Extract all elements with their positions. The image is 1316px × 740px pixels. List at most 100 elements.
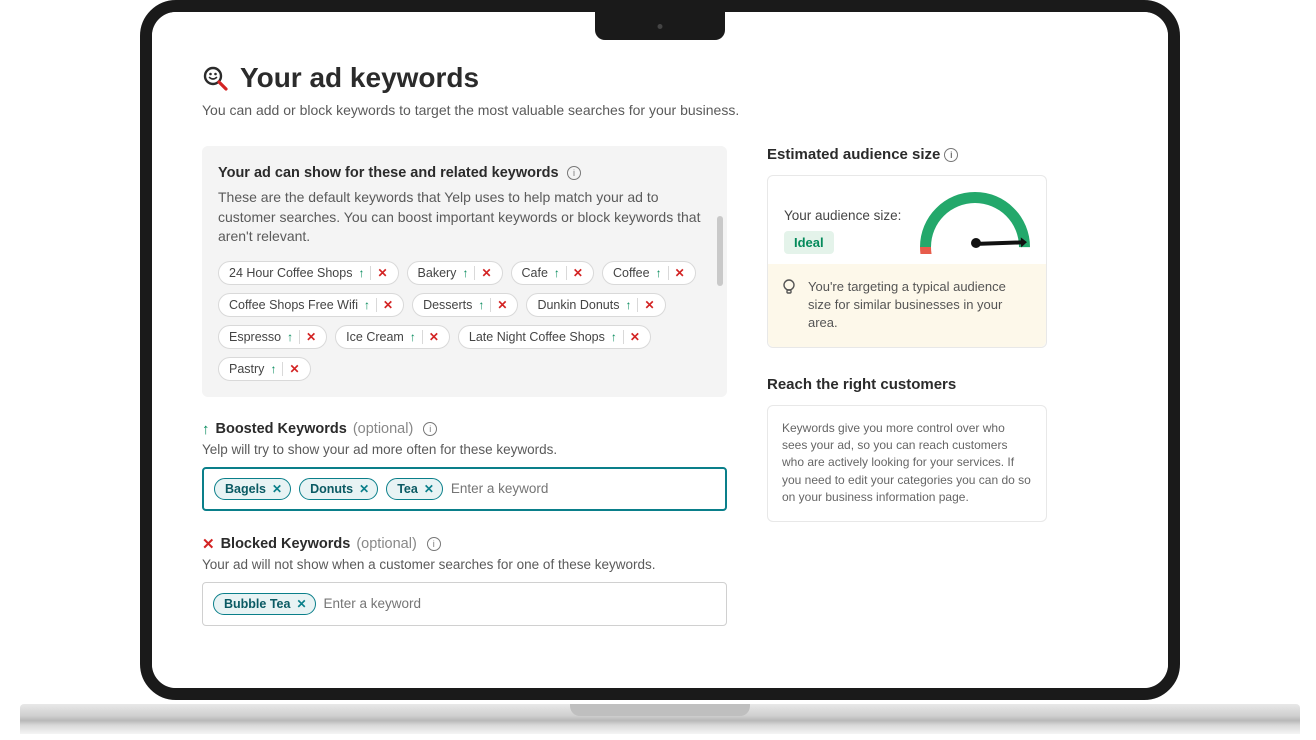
keyword-chip: Desserts ↑ ✕ [412,293,518,317]
tag-label: Bubble Tea [224,597,290,611]
blocked-text-input[interactable] [324,596,716,611]
boosted-section: ↑ Boosted Keywords (optional) i Yelp wil… [202,421,727,511]
boost-arrow-icon[interactable]: ↑ [625,298,631,312]
chip-label: Dunkin Donuts [537,298,619,312]
default-keyword-chips: 24 Hour Coffee Shops↑✕Bakery↑✕Cafe↑✕Coff… [218,261,711,381]
chip-label: Coffee Shops Free Wifi [229,298,358,312]
chip-label: Desserts [423,298,472,312]
laptop-base [20,704,1300,734]
reach-card: Keywords give you more control over who … [767,405,1047,522]
info-icon[interactable]: i [944,148,958,162]
boost-arrow-icon[interactable]: ↑ [656,266,662,280]
page-subtitle: You can add or block keywords to target … [202,102,1148,118]
default-keywords-desc: These are the default keywords that Yelp… [218,188,711,247]
remove-chip-icon[interactable]: ✕ [573,266,583,280]
remove-chip-icon[interactable]: ✕ [289,362,299,376]
boost-arrow-icon[interactable]: ↑ [554,266,560,280]
chip-label: Cafe [522,266,548,280]
remove-chip-icon[interactable]: ✕ [383,298,393,312]
boosted-title: Boosted Keywords [216,421,347,437]
chip-label: Pastry [229,362,264,376]
reach-title: Reach the right customers [767,376,1047,393]
default-keywords-title: Your ad can show for these and related k… [218,165,559,181]
remove-chip-icon[interactable]: ✕ [675,266,685,280]
audience-card: Your audience size: Ideal [767,175,1047,348]
remove-chip-icon[interactable]: ✕ [377,266,387,280]
blocked-tag: Bubble Tea ✕ [213,593,316,615]
blocked-section: ✕ Blocked Keywords (optional) i Your ad … [202,535,727,626]
tag-label: Tea [397,482,418,496]
audience-title-text: Estimated audience size [767,146,940,163]
keyword-chip: Late Night Coffee Shops ↑ ✕ [458,325,651,349]
chip-label: Bakery [418,266,457,280]
boosted-keyword-input[interactable]: Bagels ✕ Donuts ✕ Tea ✕ [202,467,727,511]
keyword-chip: Coffee Shops Free Wifi ↑ ✕ [218,293,404,317]
page-header: Your ad keywords [202,62,1148,94]
remove-chip-icon[interactable]: ✕ [481,266,491,280]
boosted-tag: Bagels ✕ [214,478,291,500]
boosted-tag: Donuts ✕ [299,478,378,500]
boosted-optional-label: (optional) [353,421,413,437]
boosted-tag: Tea ✕ [386,478,443,500]
arrow-up-icon: ↑ [202,421,210,438]
chip-label: Coffee [613,266,650,280]
blocked-optional-label: (optional) [356,536,416,552]
blocked-subtitle: Your ad will not show when a customer se… [202,557,727,572]
laptop-frame: Your ad keywords You can add or block ke… [140,0,1180,700]
scrollbar[interactable] [717,216,723,286]
audience-tip: You're targeting a typical audience size… [768,264,1046,347]
blocked-title: Blocked Keywords [221,536,351,552]
remove-tag-icon[interactable]: ✕ [424,482,434,496]
app-screen: Your ad keywords You can add or block ke… [152,12,1168,688]
boost-arrow-icon[interactable]: ↑ [462,266,468,280]
chip-label: Late Night Coffee Shops [469,330,605,344]
boosted-subtitle: Yelp will try to show your ad more often… [202,442,727,457]
tag-label: Donuts [310,482,353,496]
blocked-keyword-input[interactable]: Bubble Tea ✕ [202,582,727,626]
side-column: Estimated audience size i Your audience … [767,146,1047,626]
audience-badge: Ideal [784,231,834,254]
magnifier-icon [202,65,228,91]
boost-arrow-icon[interactable]: ↑ [287,330,293,344]
chip-label: Espresso [229,330,281,344]
default-keywords-box: Your ad can show for these and related k… [202,146,727,397]
boost-arrow-icon[interactable]: ↑ [611,330,617,344]
tag-label: Bagels [225,482,266,496]
keyword-chip: Espresso ↑ ✕ [218,325,327,349]
remove-chip-icon[interactable]: ✕ [630,330,640,344]
audience-size-label: Your audience size: [784,208,901,223]
keyword-chip: Ice Cream ↑ ✕ [335,325,450,349]
keyword-chip: Dunkin Donuts ↑ ✕ [526,293,665,317]
info-icon[interactable]: i [423,422,437,436]
close-icon: ✕ [202,535,215,553]
keyword-chip: Bakery ↑ ✕ [407,261,503,285]
boost-arrow-icon[interactable]: ↑ [364,298,370,312]
keyword-chip: 24 Hour Coffee Shops ↑ ✕ [218,261,399,285]
boost-arrow-icon[interactable]: ↑ [358,266,364,280]
remove-chip-icon[interactable]: ✕ [497,298,507,312]
page-title: Your ad keywords [240,62,479,94]
remove-chip-icon[interactable]: ✕ [644,298,654,312]
remove-tag-icon[interactable]: ✕ [272,482,282,496]
laptop-notch [595,10,725,40]
remove-chip-icon[interactable]: ✕ [429,330,439,344]
keyword-chip: Cafe ↑ ✕ [511,261,594,285]
chip-label: 24 Hour Coffee Shops [229,266,352,280]
gauge-meter [920,192,1030,254]
keyword-chip: Coffee ↑ ✕ [602,261,696,285]
lightbulb-icon [780,278,798,296]
chip-label: Ice Cream [346,330,404,344]
audience-title: Estimated audience size i [767,146,1047,163]
audience-tip-text: You're targeting a typical audience size… [808,279,1006,330]
main-column: Your ad can show for these and related k… [202,146,727,626]
remove-tag-icon[interactable]: ✕ [296,597,306,611]
info-icon[interactable]: i [567,166,581,180]
boost-arrow-icon[interactable]: ↑ [410,330,416,344]
boosted-text-input[interactable] [451,481,715,496]
remove-tag-icon[interactable]: ✕ [359,482,369,496]
boost-arrow-icon[interactable]: ↑ [270,362,276,376]
keyword-chip: Pastry ↑ ✕ [218,357,311,381]
info-icon[interactable]: i [427,537,441,551]
remove-chip-icon[interactable]: ✕ [306,330,316,344]
boost-arrow-icon[interactable]: ↑ [478,298,484,312]
